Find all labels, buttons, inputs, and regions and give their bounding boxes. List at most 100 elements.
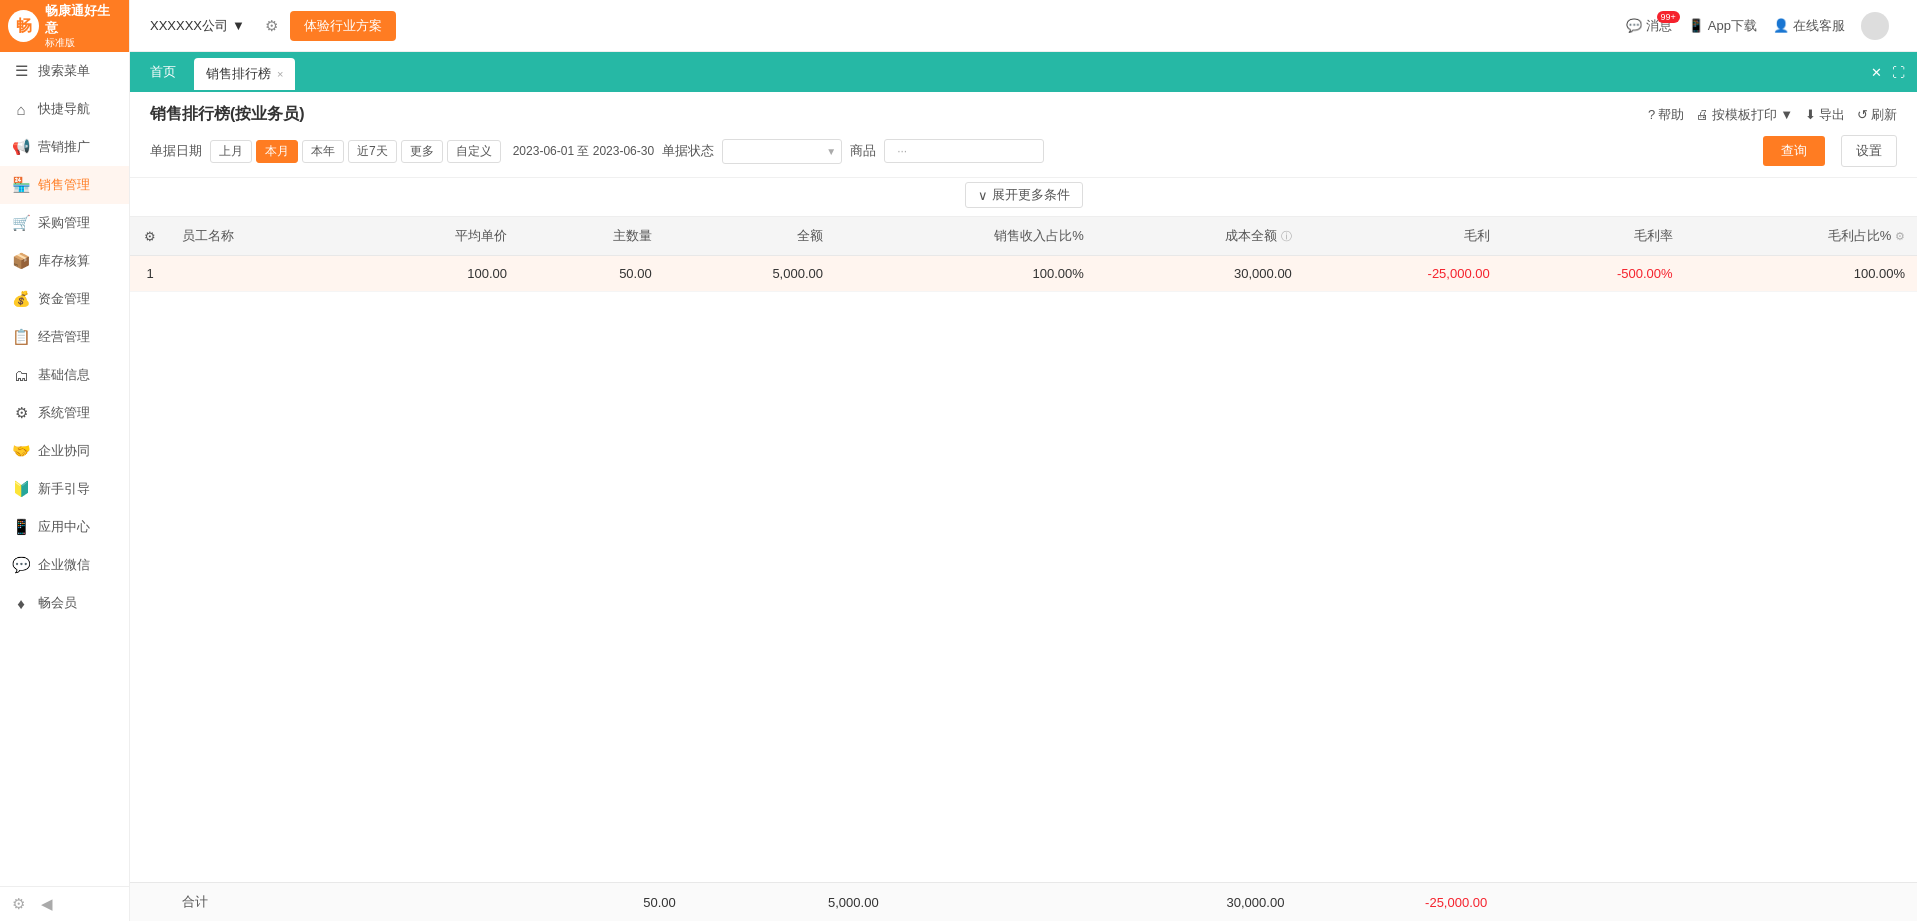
print-button[interactable]: 🖨 按模板打印 ▼ — [1696, 106, 1793, 124]
table-row: 1 100.00 50.00 5,000.00 100.00% 30,000.0… — [130, 256, 1917, 292]
date-btn-this-year[interactable]: 本年 — [302, 140, 344, 163]
cell-sales-pct-0: 100.00% — [835, 256, 1096, 292]
col-gross: 毛利 — [1304, 217, 1502, 256]
experience-button[interactable]: 体验行业方案 — [290, 11, 396, 41]
sidebar-label-purchase: 采购管理 — [38, 214, 90, 232]
sidebar-label-search-orders: 搜索菜单 — [38, 62, 90, 80]
service-label: 在线客服 — [1793, 17, 1845, 35]
sidebar-item-enterprise-collab[interactable]: 🤝 企业协同 — [0, 432, 129, 470]
sidebar-icon-operations: 📋 — [12, 328, 30, 346]
tab-expand-icon[interactable]: ⛶ — [1892, 65, 1905, 80]
refresh-label: 刷新 — [1871, 106, 1897, 124]
online-service-button[interactable]: 👤 在线客服 — [1773, 17, 1845, 35]
table-area: ⚙ 员工名称 平均单价 主数量 全额 销售收入占比% 成本全额 ⓘ 毛利 毛利率 — [130, 217, 1917, 921]
tab-close-window-icon[interactable]: ✕ — [1871, 65, 1882, 80]
sidebar-item-app-center[interactable]: 📱应用中心 — [0, 508, 129, 546]
sidebar-item-member[interactable]: ♦畅会员 — [0, 584, 129, 622]
sidebar-item-basic-info[interactable]: 🗂 基础信息 — [0, 356, 129, 394]
col-gross-rate: 毛利率 — [1502, 217, 1685, 256]
company-selector[interactable]: XXXXXX公司 ▼ — [142, 13, 253, 39]
message-button[interactable]: 💬 消息 99+ — [1626, 17, 1672, 35]
col-settings[interactable]: ⚙ — [130, 217, 170, 256]
sidebar-item-quick-nav[interactable]: ⌂快捷导航 — [0, 90, 129, 128]
print-label: 按模板打印 — [1712, 106, 1777, 124]
col-gross-pct: 毛利占比% ⚙ — [1685, 217, 1917, 256]
sidebar-label-finance: 资金管理 — [38, 290, 90, 308]
refresh-icon: ↺ — [1857, 107, 1868, 122]
topbar-gear-icon[interactable]: ⚙ — [265, 17, 278, 35]
cell-qty-0: 50.00 — [519, 256, 664, 292]
gross-pct-info-icon: ⚙ — [1895, 230, 1905, 242]
footer-cost: 30,000.00 — [1094, 895, 1297, 910]
goods-filter-input[interactable]: ··· — [884, 139, 1044, 163]
cell-rank-0: 1 — [130, 256, 170, 292]
sidebar-item-finance[interactable]: 💰资金管理 — [0, 280, 129, 318]
sidebar-icon-search-orders: ☰ — [12, 62, 30, 80]
col-cost: 成本全额 ⓘ — [1096, 217, 1304, 256]
service-icon: 👤 — [1773, 18, 1789, 33]
sidebar-label-system: 系统管理 — [38, 404, 90, 422]
topbar-right: 💬 消息 99+ 📱 App下载 👤 在线客服 — [1626, 12, 1905, 40]
goods-more-icon[interactable]: ··· — [897, 144, 907, 158]
col-avg-price: 平均单价 — [345, 217, 520, 256]
sidebar-icon-enterprise-collab: 🤝 — [12, 442, 30, 460]
expand-more-button[interactable]: ∨ 展开更多条件 — [965, 182, 1083, 208]
date-filter-label: 单据日期 — [150, 142, 202, 160]
sidebar-item-system[interactable]: ⚙ 系统管理 — [0, 394, 129, 432]
expand-label: 展开更多条件 — [992, 186, 1070, 204]
sidebar-item-beginner[interactable]: 🔰新手引导 — [0, 470, 129, 508]
sidebar-item-purchase[interactable]: 🛒采购管理 — [0, 204, 129, 242]
sidebar-nav: ☰ 搜索菜单 ⌂快捷导航📢营销推广🏪销售管理🛒采购管理📦库存核算💰资金管理📋经营管理… — [0, 52, 129, 886]
cell-name-0 — [170, 256, 345, 292]
sidebar-icon-quick-nav: ⌂ — [12, 101, 30, 118]
sidebar-label-marketing: 营销推广 — [38, 138, 90, 156]
date-btn-last-month[interactable]: 上月 — [210, 140, 252, 163]
date-range-display: 2023-06-01 至 2023-06-30 — [513, 143, 654, 160]
status-filter-label: 单据状态 — [662, 142, 714, 160]
query-button[interactable]: 查询 — [1763, 136, 1825, 166]
settings-button[interactable]: 设置 — [1841, 135, 1897, 167]
app-download-button[interactable]: 📱 App下载 — [1688, 17, 1757, 35]
company-dropdown-icon: ▼ — [232, 18, 245, 33]
sidebar-icon-basic-info: 🗂 — [12, 367, 30, 384]
date-btn-more[interactable]: 更多 — [401, 140, 443, 163]
logo-text: 畅康通好生意 标准版 — [45, 3, 121, 50]
content-area: 销售排行榜(按业务员) ? 帮助 🖨 按模板打印 ▼ ⬇ 导出 ↺ 刷新 — [130, 92, 1917, 921]
tab-home[interactable]: 首页 — [134, 52, 192, 92]
sidebar-icon-sales: 🏪 — [12, 176, 30, 194]
date-btn-custom[interactable]: 自定义 — [447, 140, 501, 163]
cell-gross-pct-0: 100.00% — [1685, 256, 1917, 292]
sidebar-item-inventory[interactable]: 📦库存核算 — [0, 242, 129, 280]
tab-sales-ranking[interactable]: 销售排行榜 × — [194, 58, 295, 90]
print-icon: 🖨 — [1696, 107, 1709, 122]
sidebar-item-marketing[interactable]: 📢营销推广 — [0, 128, 129, 166]
goods-filter-label: 商品 — [850, 142, 876, 160]
help-button[interactable]: ? 帮助 — [1648, 106, 1684, 124]
help-label: 帮助 — [1658, 106, 1684, 124]
sidebar-item-operations[interactable]: 📋经营管理 — [0, 318, 129, 356]
refresh-button[interactable]: ↺ 刷新 — [1857, 106, 1897, 124]
sidebar-label-enterprise-collab: 企业协同 — [38, 442, 90, 460]
col-name: 员工名称 — [170, 217, 345, 256]
date-btn-7days[interactable]: 近7天 — [348, 140, 397, 163]
expand-icon: ∨ — [978, 188, 988, 203]
sidebar-icon-system: ⚙ — [12, 404, 30, 422]
cost-info-icon: ⓘ — [1281, 230, 1292, 242]
date-btn-this-month[interactable]: 本月 — [256, 140, 298, 163]
filter-row-left: 单据日期 上月 本月 本年 近7天 更多 自定义 2023-06-01 至 20… — [150, 139, 1747, 164]
collapse-icon[interactable]: ◀ — [41, 895, 53, 913]
sidebar-label-basic-info: 基础信息 — [38, 366, 90, 384]
sidebar-item-sales[interactable]: 🏪销售管理 — [0, 166, 129, 204]
avatar — [1861, 12, 1889, 40]
sidebar-item-enterprise-wechat[interactable]: 💬企业微信 — [0, 546, 129, 584]
status-select[interactable] — [722, 139, 842, 164]
settings-icon[interactable]: ⚙ — [12, 895, 25, 913]
tab-close-button[interactable]: × — [277, 68, 283, 80]
sidebar-item-search-orders[interactable]: ☰ 搜索菜单 — [0, 52, 129, 90]
cell-amount-0: 5,000.00 — [664, 256, 835, 292]
export-button[interactable]: ⬇ 导出 — [1805, 106, 1845, 124]
tabbar: 首页 销售排行榜 × ✕ ⛶ — [130, 52, 1917, 92]
print-dropdown-icon: ▼ — [1780, 107, 1793, 122]
page-header: 销售排行榜(按业务员) ? 帮助 🖨 按模板打印 ▼ ⬇ 导出 ↺ 刷新 — [130, 92, 1917, 125]
sidebar-logo: 畅 畅康通好生意 标准版 — [0, 0, 129, 52]
